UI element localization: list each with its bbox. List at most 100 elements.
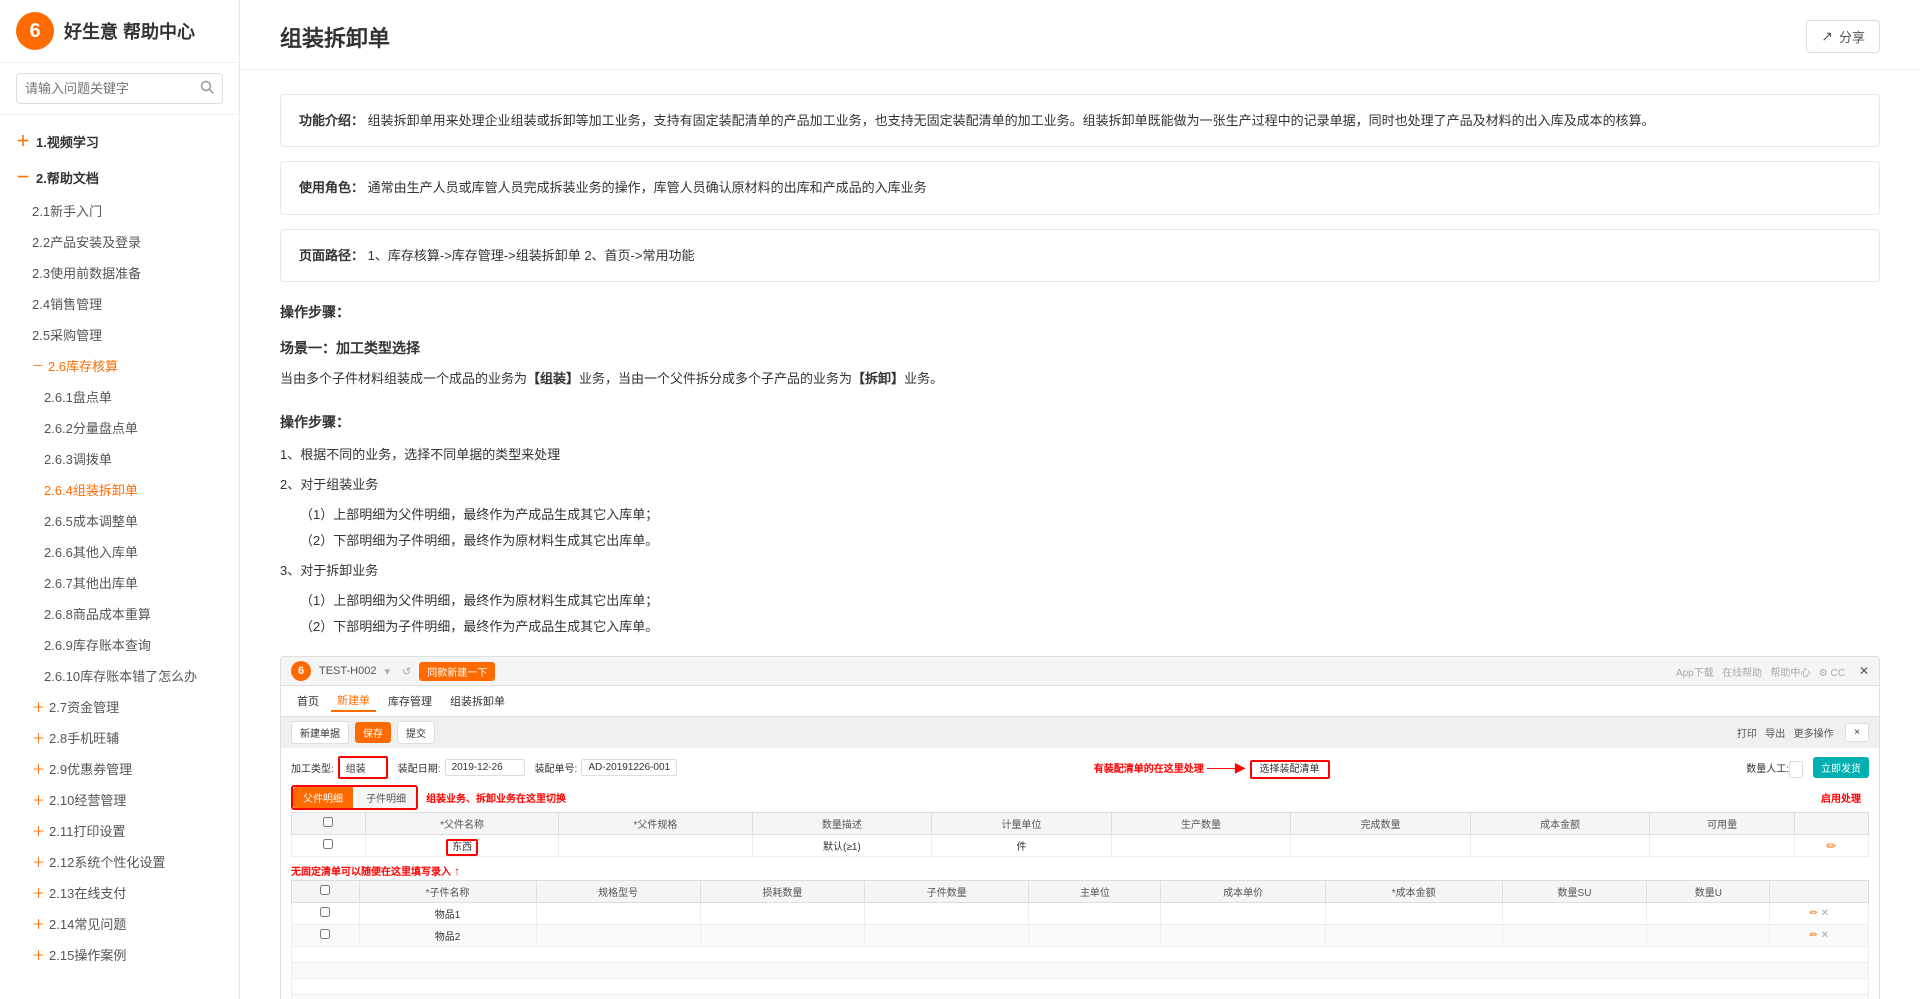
ss-child-col-su: 数量SU: [1502, 881, 1647, 903]
sidebar-item-video[interactable]: ＋ 1.视频学习: [0, 123, 239, 159]
sidebar-item-stockerror[interactable]: 2.6.10库存账本错了怎么办: [0, 660, 239, 691]
sidebar-item-personalize[interactable]: ＋ 2.12系统个性化设置: [0, 846, 239, 877]
ss-child-price-2: [1161, 925, 1325, 947]
path-text: 1、库存核算->库存管理->组装拆卸单 2、首页->常用功能: [368, 248, 695, 263]
ss-nav-bar: 首页 新建单 库存管理 组装拆卸单: [281, 686, 1879, 717]
ops-label: 操作步骤：: [280, 302, 1880, 322]
plus-icon: ＋: [16, 131, 30, 151]
ss-parent-name-cell[interactable]: 东西: [446, 839, 478, 856]
ss-nav-assembly[interactable]: 组装拆卸单: [444, 691, 511, 711]
ss-child-table: *子件名称 规格型号 损耗数量 子件数量 主单位 成本单价 *成本金额 数量SU…: [291, 880, 1869, 999]
ss-tab-parent[interactable]: 父件明细: [293, 787, 353, 808]
ss-child-checkbox-1[interactable]: [320, 907, 330, 917]
ss-child-col-price: 成本单价: [1161, 881, 1325, 903]
search-button[interactable]: [192, 74, 222, 103]
ss-btn-close[interactable]: ×: [1845, 723, 1869, 742]
ss-parent-spec-cell[interactable]: [559, 835, 752, 857]
sidebar-item-video-label: 1.视频学习: [36, 132, 99, 151]
ss-child-spec-2[interactable]: [536, 925, 700, 947]
role-text: 通常由生产人员或库管人员完成拆装业务的操作，库管人员确认原材料的出库和产成品的入…: [368, 180, 927, 195]
ss-child-row-2: 物品2 ✏ ✕: [292, 925, 1869, 947]
ss-actions: 打印 导出 更多操作: [1737, 725, 1839, 740]
sidebar-item-partialcount[interactable]: 2.6.2分量盘点单: [0, 412, 239, 443]
sidebar-item-newbie[interactable]: 2.1新手入门: [0, 195, 239, 226]
ss-select-btn[interactable]: 选择装配清单: [1250, 760, 1330, 779]
sidebar-item-mobile[interactable]: ＋ 2.8手机旺辅: [0, 722, 239, 753]
ss-company: TEST-H002: [319, 665, 376, 677]
ss-child-loss-1[interactable]: [700, 903, 864, 925]
sidebar-item-cases[interactable]: ＋ 2.15操作案例: [0, 939, 239, 970]
role-label: 使用角色：: [299, 180, 364, 195]
sidebar-item-stockcheck[interactable]: 2.6.9库存账本查询: [0, 629, 239, 660]
sidebar-item-payment[interactable]: ＋ 2.13在线支付: [0, 877, 239, 908]
ss-date-field: 装配日期: 2019-12-26: [398, 759, 525, 776]
ss-child-qty-1[interactable]: [865, 903, 1029, 925]
ss-select-all[interactable]: [323, 817, 333, 827]
sidebar-item-data[interactable]: 2.3使用前数据准备: [0, 257, 239, 288]
ss-child-del-1[interactable]: ✕: [1821, 908, 1829, 919]
ss-child-checkbox-2[interactable]: [320, 929, 330, 939]
ss-child-del-2[interactable]: ✕: [1821, 930, 1829, 941]
ss-date-value[interactable]: 2019-12-26: [445, 759, 525, 776]
sidebar-item-goodscost[interactable]: 2.6.8商品成本重算: [0, 598, 239, 629]
sidebar-item-print[interactable]: ＋ 2.11打印设置: [0, 815, 239, 846]
sidebar-item-costadj[interactable]: 2.6.5成本调整单: [0, 505, 239, 536]
ss-child-select-all[interactable]: [320, 885, 330, 895]
ss-row-checkbox[interactable]: [323, 839, 333, 849]
ss-btn-save[interactable]: 保存: [355, 722, 391, 743]
scenario1-desc: 当由多个子件材料组装成一个成品的业务为【组装】业务，当由一个父件拆分成多个子产品…: [280, 366, 1880, 392]
ss-tab-child[interactable]: 子件明细: [356, 787, 416, 808]
ss-qty-value[interactable]: [1789, 761, 1803, 778]
ss-child-edit-1[interactable]: ✏: [1809, 908, 1817, 919]
sidebar-item-otherout[interactable]: 2.6.7其他出库单: [0, 567, 239, 598]
ss-child-spec-1[interactable]: [536, 903, 700, 925]
sidebar-item-stockcount[interactable]: 2.6.1盘点单: [0, 381, 239, 412]
ss-annotation3-text: 启用处理: [1821, 790, 1861, 805]
sidebar-item-docs[interactable]: － 2.帮助文档: [0, 159, 239, 195]
sidebar-item-faq[interactable]: ＋ 2.14常见问题: [0, 908, 239, 939]
ss-child-u-1: [1647, 903, 1770, 925]
ss-child-name-2[interactable]: 物品2: [359, 925, 536, 947]
ss-annotation1-text: 有装配清单的在这里处理: [1094, 764, 1204, 775]
search-input[interactable]: [17, 75, 192, 102]
ss-child-col-spec: 规格型号: [536, 881, 700, 903]
sidebar: 6 好生意 帮助中心 ＋ 1.视频学习 － 2.帮助文档 2.1新手入门 2.2…: [0, 0, 240, 999]
ss-billno-value: AD-20191226-001: [581, 759, 677, 776]
sidebar-item-assembly[interactable]: 2.6.4组装拆卸单: [0, 474, 239, 505]
ss-child-col-u: 数量U: [1647, 881, 1770, 903]
sidebar-item-coupon[interactable]: ＋ 2.9优惠券管理: [0, 753, 239, 784]
sidebar-item-inventory[interactable]: － 2.6库存核算: [0, 350, 239, 381]
ss-process-btn[interactable]: 立即发货: [1813, 757, 1869, 778]
step3-sub1: （1）上部明细为父件明细，最终作为原材料生成其它出库单；: [280, 588, 1880, 614]
step3: 3、对于拆卸业务: [280, 558, 1880, 584]
intro-label: 功能介绍：: [299, 113, 364, 128]
sidebar-item-purchase[interactable]: 2.5采购管理: [0, 319, 239, 350]
ss-child-name-1[interactable]: 物品1: [359, 903, 536, 925]
ss-prod-qty-cell[interactable]: [1111, 835, 1291, 857]
sidebar-item-ops[interactable]: ＋ 2.10经营管理: [0, 784, 239, 815]
ss-btn-submit[interactable]: 提交: [397, 721, 435, 744]
ss-nav-home[interactable]: 首页: [291, 691, 325, 711]
ss-nav-inventory[interactable]: 库存管理: [382, 691, 438, 711]
sidebar-item-otherin[interactable]: 2.6.6其他入库单: [0, 536, 239, 567]
step2-sub2: （2）下部明细为子件明细，最终作为原材料生成其它出库单。: [280, 528, 1880, 554]
ss-type-value[interactable]: 组装: [338, 756, 388, 779]
site-title: 好生意 帮助中心: [64, 18, 195, 44]
ss-nav-newbill[interactable]: 新建单: [331, 690, 376, 712]
ss-annotation-area-1: 有装配清单的在这里处理 ——▶ 选择装配清单: [687, 759, 1736, 776]
share-button[interactable]: ↗ 分享: [1806, 20, 1880, 53]
ss-child-qty-2[interactable]: [865, 925, 1029, 947]
ss-neworderbtn[interactable]: 同款新建一下: [419, 662, 495, 681]
ss-close-icon[interactable]: ✕: [1859, 664, 1869, 678]
ss-child-edit-2[interactable]: ✏: [1809, 930, 1817, 941]
ss-child-loss-2[interactable]: [700, 925, 864, 947]
sidebar-item-sales[interactable]: 2.4销售管理: [0, 288, 239, 319]
ss-cost-cell: [1470, 835, 1650, 857]
sidebar-item-finance[interactable]: ＋ 2.7资金管理: [0, 691, 239, 722]
sidebar-item-adjust[interactable]: 2.6.3调拨单: [0, 443, 239, 474]
ss-annotation4-row: 无固定清单可以随便在这里填写录入 ↑: [291, 863, 1869, 878]
ss-bill-form: 加工类型: 组装 装配日期: 2019-12-26 装配单号: AD-20191…: [281, 748, 1879, 999]
ss-btn-new[interactable]: 新建单据: [291, 721, 349, 744]
sidebar-item-install[interactable]: 2.2产品安装及登录: [0, 226, 239, 257]
ss-row-edit-icon[interactable]: ✏: [1826, 839, 1836, 853]
